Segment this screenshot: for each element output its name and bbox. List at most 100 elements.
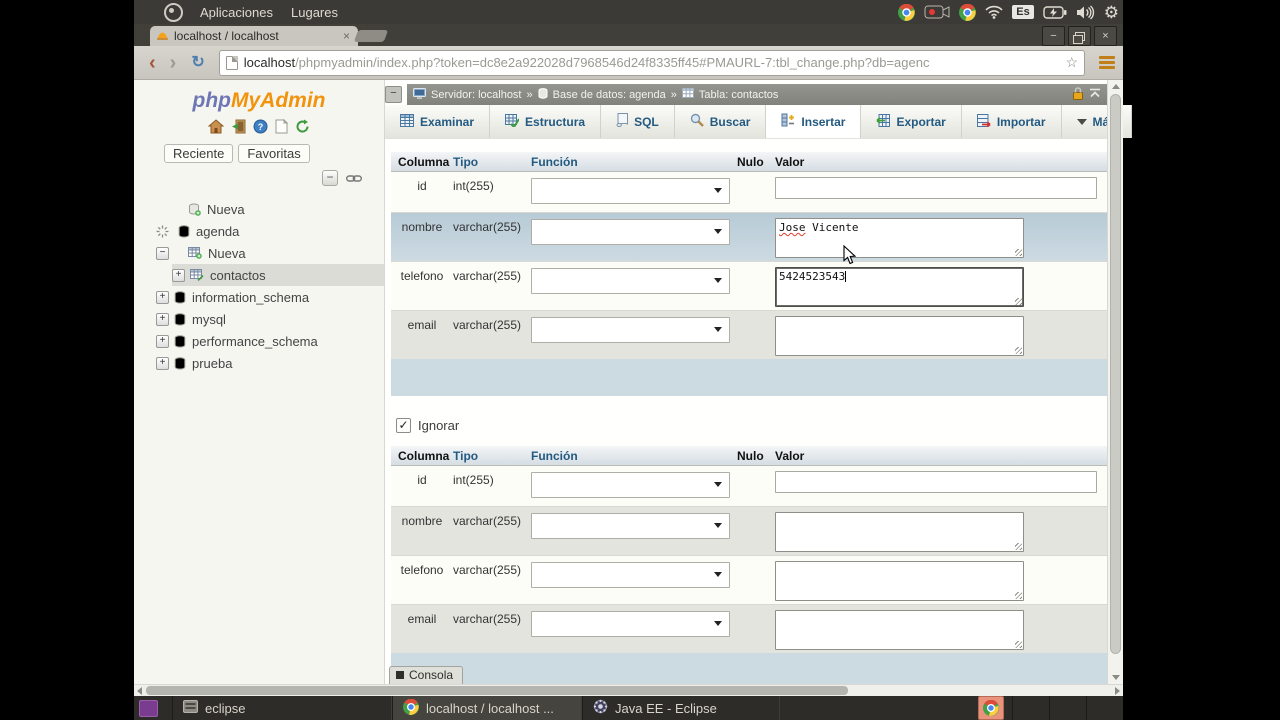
tab-buscar[interactable]: Buscar <box>674 105 767 138</box>
tree-item-new-table[interactable]: − Nueva <box>156 242 384 264</box>
function-select[interactable] <box>531 268 730 294</box>
value-textarea-email[interactable] <box>775 316 1024 356</box>
documentation-icon[interactable] <box>275 118 289 137</box>
battery-icon[interactable] <box>1043 5 1067 19</box>
column-type: varchar(255) <box>453 612 522 626</box>
workspace-icon[interactable] <box>139 699 158 717</box>
favorites-button[interactable]: Favoritas <box>238 144 310 163</box>
taskbar-item-java-ee-eclipse[interactable]: Java EE - Eclipse <box>582 696 780 720</box>
header-tipo[interactable]: Tipo <box>453 155 531 169</box>
function-select[interactable] <box>531 513 730 539</box>
chrome-icon <box>403 698 419 718</box>
logout-icon[interactable] <box>231 119 246 137</box>
eclipse-window-icon <box>183 700 198 716</box>
tree-item-new-database[interactable]: Nueva <box>156 198 384 220</box>
breadcrumb-db[interactable]: Base de datos: agenda <box>553 89 666 101</box>
pma-logo[interactable]: phpMyAdmin <box>134 89 384 113</box>
tree-item-db-agenda[interactable]: agenda <box>156 220 384 242</box>
vertical-scroll-thumb[interactable] <box>1110 94 1121 654</box>
taskbar-item-localhost[interactable]: localhost / localhost ... <box>392 696 582 720</box>
tree-item-prueba[interactable]: + prueba <box>156 352 384 374</box>
scroll-right-icon[interactable] <box>1115 687 1120 695</box>
browser-tab[interactable]: localhost / localhost × <box>150 26 358 46</box>
bookmark-star-icon[interactable]: ☆ <box>1065 54 1078 71</box>
tree-item-performance-schema[interactable]: + performance_schema <box>156 330 384 352</box>
value-input-id[interactable] <box>775 471 1097 493</box>
taskbar-item-eclipse[interactable]: eclipse <box>172 696 392 720</box>
reload-button[interactable]: ↻ <box>183 54 212 71</box>
forward-button[interactable]: › <box>163 53 184 73</box>
window-close-button[interactable]: × <box>1094 26 1117 46</box>
menu-lugares[interactable]: Lugares <box>282 5 347 20</box>
function-select[interactable] <box>531 178 730 204</box>
gear-icon[interactable]: ⚙ <box>1104 4 1119 21</box>
scroll-top-icon[interactable] <box>1089 88 1101 102</box>
tab-sql[interactable]: SQL <box>601 105 675 138</box>
breadcrumb-server[interactable]: Servidor: localhost <box>431 89 522 101</box>
pma-favicon <box>156 29 169 44</box>
expand-contactos-icon[interactable]: + <box>172 268 185 282</box>
screen-recorder-icon[interactable] <box>924 4 950 20</box>
expand-icon[interactable]: + <box>156 290 169 304</box>
chrome-tray-icon[interactable] <box>898 3 916 21</box>
expand-icon[interactable]: + <box>156 356 169 370</box>
function-select[interactable] <box>531 219 730 245</box>
session-indicator-icon[interactable] <box>164 2 183 22</box>
browser-menu-icon[interactable] <box>1099 56 1115 69</box>
window-minimize-button[interactable]: − <box>1042 26 1065 46</box>
function-select[interactable] <box>531 562 730 588</box>
function-select[interactable] <box>531 317 730 343</box>
value-textarea-telefono[interactable]: 5424523543 <box>775 267 1024 307</box>
value-textarea-email[interactable] <box>775 610 1024 650</box>
tab-importar[interactable]: Importar <box>961 105 1062 138</box>
tree-item-mysql[interactable]: + mysql <box>156 308 384 330</box>
function-select[interactable] <box>531 472 730 498</box>
expand-icon[interactable]: + <box>156 334 169 348</box>
value-textarea-telefono[interactable] <box>775 561 1024 601</box>
link-icon[interactable] <box>345 171 363 186</box>
new-tab-button[interactable] <box>353 30 389 42</box>
tab-insertar[interactable]: Insertar <box>766 105 862 138</box>
column-name: nombre <box>401 514 443 528</box>
url-bar[interactable]: localhost /phpmyadmin/index.php?token=dc… <box>218 49 1085 76</box>
tree-item-contactos[interactable]: + contactos <box>172 264 384 286</box>
value-textarea-nombre[interactable] <box>775 512 1024 552</box>
horizontal-scrollbar[interactable] <box>134 684 1123 696</box>
column-type: varchar(255) <box>453 269 522 283</box>
chrome-notification-badge[interactable] <box>978 696 1004 720</box>
tree-item-information-schema[interactable]: + information_schema <box>156 286 384 308</box>
scroll-left-icon[interactable] <box>137 687 142 695</box>
expand-icon[interactable]: + <box>156 312 169 326</box>
tab-examinar[interactable]: Examinar <box>385 105 491 138</box>
ignore-checkbox[interactable]: ✓ <box>396 418 411 433</box>
horizontal-scroll-thumb[interactable] <box>146 686 849 695</box>
function-select[interactable] <box>531 611 730 637</box>
home-icon[interactable] <box>207 118 225 137</box>
recent-button[interactable]: Reciente <box>164 144 234 163</box>
console-toggle[interactable]: Consola <box>389 666 464 684</box>
header-funcion[interactable]: Función <box>531 449 737 463</box>
header-funcion[interactable]: Función <box>531 155 737 169</box>
collapse-agenda-icon[interactable]: − <box>156 246 169 260</box>
scroll-down-icon[interactable] <box>1112 675 1120 680</box>
back-button[interactable]: ‹ <box>142 53 163 73</box>
breadcrumb-table[interactable]: Tabla: contactos <box>699 89 779 101</box>
tab-exportar[interactable]: Exportar <box>861 105 962 138</box>
chrome-tray-icon-2[interactable] <box>959 3 977 21</box>
value-input-id[interactable] <box>775 177 1097 199</box>
window-maximize-button[interactable] <box>1068 26 1091 46</box>
tab-estructura[interactable]: Estructura <box>490 105 602 138</box>
nav-collapse-button[interactable]: − <box>385 86 402 103</box>
keyboard-layout-badge[interactable]: Es <box>1012 5 1034 19</box>
refresh-icon[interactable] <box>295 119 310 137</box>
menu-aplicaciones[interactable]: Aplicaciones <box>191 5 282 20</box>
header-tipo[interactable]: Tipo <box>453 449 531 463</box>
wifi-icon[interactable] <box>985 5 1003 19</box>
tab-close-icon[interactable]: × <box>341 29 352 43</box>
scroll-up-icon[interactable] <box>1112 84 1120 89</box>
volume-icon[interactable] <box>1076 4 1095 20</box>
value-textarea-nombre[interactable]: Jose Vicente <box>775 218 1024 258</box>
vertical-scrollbar[interactable] <box>1107 80 1123 684</box>
help-icon[interactable]: ? <box>253 119 268 137</box>
collapse-all-icon[interactable]: − <box>322 170 338 186</box>
